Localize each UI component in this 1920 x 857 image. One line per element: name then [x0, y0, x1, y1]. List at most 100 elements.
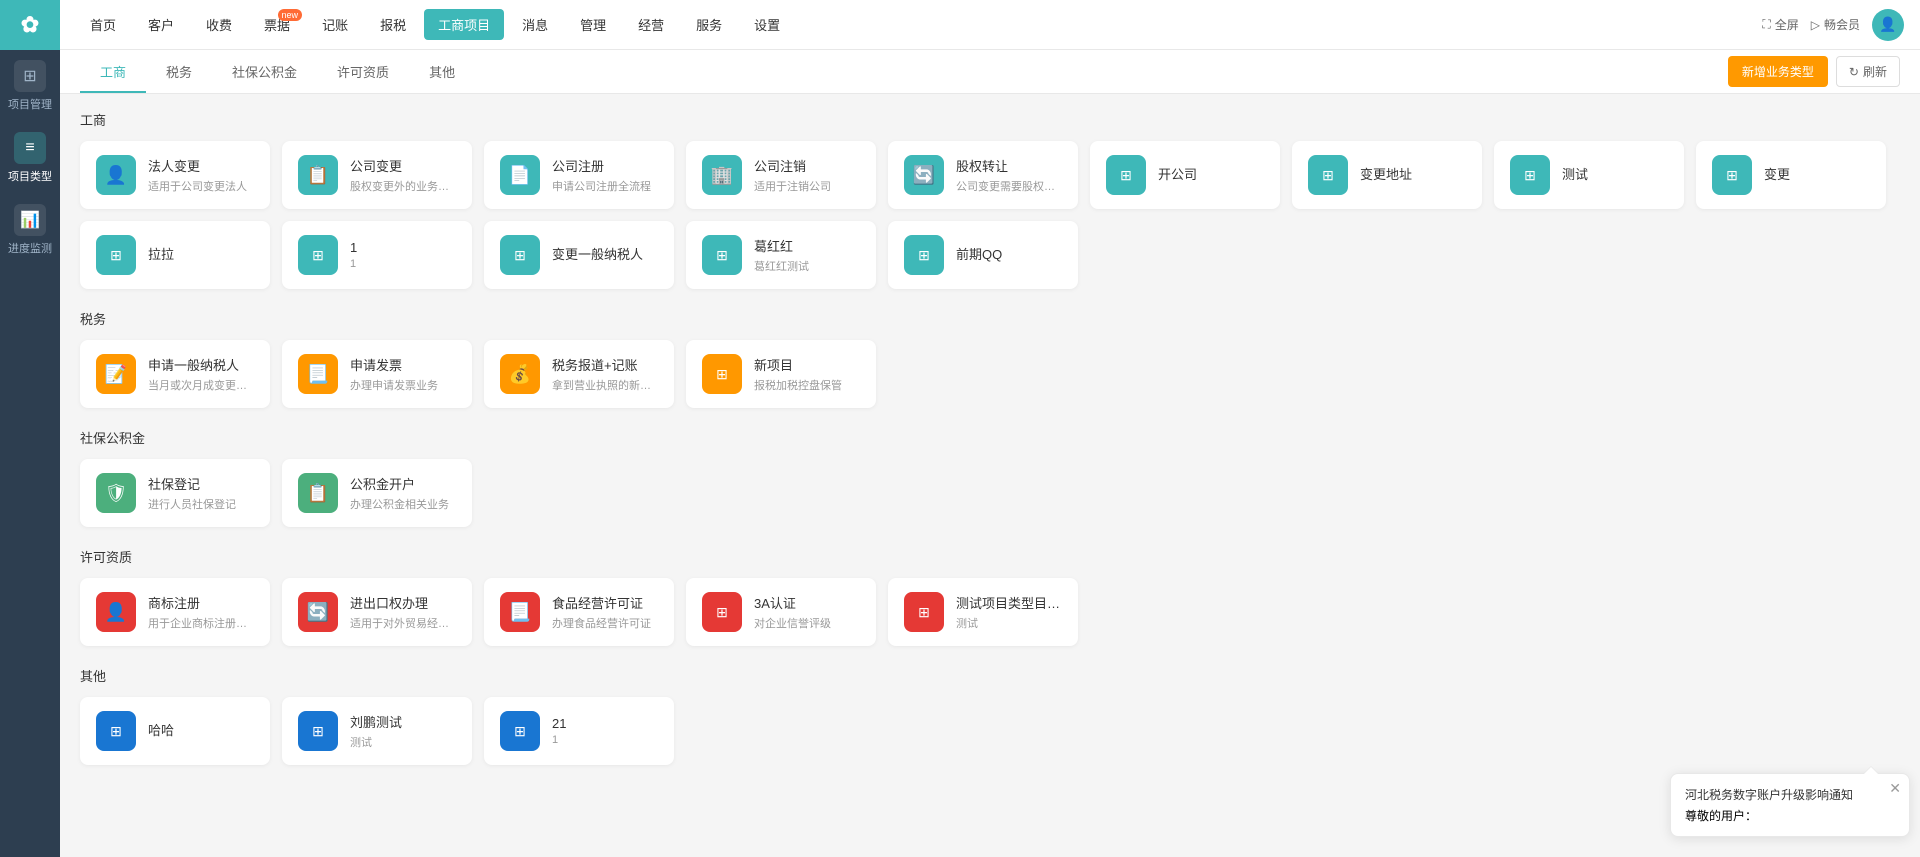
card-title: 变更地址 [1360, 164, 1466, 183]
card-desc: 当月或次月成变更完成 [148, 377, 254, 393]
tab-industry[interactable]: 工商 [80, 52, 146, 93]
sidebar-item-project-mgmt[interactable]: ⊞ 项目管理 [0, 50, 60, 122]
card-num1[interactable]: ⊞ 1 1 [282, 221, 472, 289]
card-open-company[interactable]: ⊞ 开公司 [1090, 141, 1280, 209]
card-title: 税务报道+记账 [552, 355, 658, 374]
nav-tickets[interactable]: 票据 new [250, 9, 304, 40]
nav-industrial[interactable]: 工商项目 [424, 9, 504, 40]
section-title-industry: 工商 [80, 110, 1900, 129]
section-title-tax: 税务 [80, 309, 1900, 328]
sidebar-item-project-type[interactable]: ≡ 项目类型 [0, 122, 60, 194]
tab-tax[interactable]: 税务 [146, 52, 212, 93]
fullscreen-btn[interactable]: ⛶ 全屏 [1762, 16, 1798, 33]
card-test1[interactable]: ⊞ 测试 [1494, 141, 1684, 209]
tab-other[interactable]: 其他 [409, 52, 475, 93]
tab-license[interactable]: 许可资质 [317, 52, 409, 93]
card-title: 新项目 [754, 355, 860, 374]
nav-management[interactable]: 管理 [566, 9, 620, 40]
card-company-reg[interactable]: 📄 公司注册 申请公司注册全流程 [484, 141, 674, 209]
nav-services[interactable]: 服务 [682, 9, 736, 40]
card-gehonghong[interactable]: ⊞ 葛红红 葛红红测试 [686, 221, 876, 289]
card-liupeng[interactable]: ⊞ 刘鹏测试 测试 [282, 697, 472, 765]
card-trademark[interactable]: 👤 商标注册 用于企业商标注册服务 [80, 578, 270, 646]
card-title: 拉拉 [148, 244, 254, 263]
tickets-badge: new [278, 9, 303, 21]
sub-tab-actions: 新增业务类型 ↻ 刷新 [1728, 56, 1900, 87]
card-desc: 对企业信誉评级 [754, 615, 860, 631]
card-title: 食品经营许可证 [552, 593, 658, 612]
main-area: 首页 客户 收费 票据 new 记账 报税 工商项目 消息 管理 经营 服务 设… [60, 0, 1920, 857]
card-icon-apply-invoice: 📃 [298, 354, 338, 394]
sidebar-item-progress[interactable]: 📊 进度监测 [0, 194, 60, 266]
app-logo[interactable]: ✿ [0, 0, 60, 50]
card-title: 社保登记 [148, 474, 254, 493]
card-legal-change[interactable]: 👤 法人变更 适用于公司变更法人 [80, 141, 270, 209]
card-desc: 股权变更外的业务变更 [350, 178, 456, 194]
card-title: 变更一般纳税人 [552, 244, 658, 263]
cards-social: 🛡 社保登记 进行人员社保登记 📋 公积金开户 办理公积金相关业务 [80, 459, 1900, 527]
nav-settings[interactable]: 设置 [740, 9, 794, 40]
card-icon-test1: ⊞ [1510, 155, 1550, 195]
card-icon-test-type: ⊞ [904, 592, 944, 632]
sidebar-item-label: 进度监测 [8, 240, 52, 256]
card-company-cancel[interactable]: 🏢 公司注销 适用于注销公司 [686, 141, 876, 209]
cards-license: 👤 商标注册 用于企业商标注册服务 🔄 进出口权办理 适用于对外贸易经营者 [80, 578, 1900, 646]
card-title: 公司注册 [552, 156, 658, 175]
card-title: 前期QQ [956, 244, 1062, 263]
card-lala[interactable]: ⊞ 拉拉 [80, 221, 270, 289]
vip-icon: ▷ [1811, 18, 1820, 32]
tab-social[interactable]: 社保公积金 [212, 52, 317, 93]
card-change-address[interactable]: ⊞ 变更地址 [1292, 141, 1482, 209]
card-test-type[interactable]: ⊞ 测试项目类型目定义 测试 [888, 578, 1078, 646]
card-3a[interactable]: ⊞ 3A认证 对企业信誉评级 [686, 578, 876, 646]
card-desc: 进行人员社保登记 [148, 496, 254, 512]
refresh-button[interactable]: ↻ 刷新 [1836, 56, 1900, 87]
card-change2[interactable]: ⊞ 变更 [1696, 141, 1886, 209]
nav-customer[interactable]: 客户 [134, 9, 188, 40]
nav-accounting[interactable]: 记账 [308, 9, 362, 40]
vip-btn[interactable]: ▷ 畅会员 [1811, 16, 1860, 33]
card-equity-transfer[interactable]: 🔄 股权转让 公司变更需要股权转让 [888, 141, 1078, 209]
card-num21[interactable]: ⊞ 21 1 [484, 697, 674, 765]
page-content: 工商 👤 法人变更 适用于公司变更法人 📋 公司变更 股权变更外的业务变更 [60, 94, 1920, 801]
nav-operations[interactable]: 经营 [624, 9, 678, 40]
fullscreen-icon: ⛶ [1762, 17, 1770, 32]
nav-home[interactable]: 首页 [76, 9, 130, 40]
card-desc: 适用于对外贸易经营者 [350, 615, 456, 631]
card-title: 开公司 [1158, 164, 1264, 183]
card-fund-open[interactable]: 📋 公积金开户 办理公积金相关业务 [282, 459, 472, 527]
card-pre-qq[interactable]: ⊞ 前期QQ [888, 221, 1078, 289]
nav-tax[interactable]: 报税 [366, 9, 420, 40]
card-icon-company-change: 📋 [298, 155, 338, 195]
card-title: 葛红红 [754, 236, 860, 255]
card-desc: 公司变更需要股权转让 [956, 178, 1062, 194]
card-company-change[interactable]: 📋 公司变更 股权变更外的业务变更 [282, 141, 472, 209]
cards-other: ⊞ 哈哈 ⊞ 刘鹏测试 测试 ⊞ [80, 697, 1900, 765]
avatar[interactable]: 👤 [1872, 9, 1904, 41]
card-desc: 申请公司注册全流程 [552, 178, 658, 194]
card-new-project[interactable]: ⊞ 新项目 报税加税控盘保管 [686, 340, 876, 408]
card-icon-social-reg: 🛡 [96, 473, 136, 513]
card-change-tax[interactable]: ⊞ 变更一般纳税人 [484, 221, 674, 289]
card-import-export[interactable]: 🔄 进出口权办理 适用于对外贸易经营者 [282, 578, 472, 646]
card-title: 哈哈 [148, 720, 254, 739]
card-icon-num1: ⊞ [298, 235, 338, 275]
card-title: 测试项目类型目定义 [956, 593, 1062, 612]
notif-arrow [1863, 766, 1879, 774]
card-social-reg[interactable]: 🛡 社保登记 进行人员社保登记 [80, 459, 270, 527]
card-tax-report[interactable]: 💰 税务报道+记账 拿到营业执照的新公司 [484, 340, 674, 408]
card-icon-apply-tax: 📝 [96, 354, 136, 394]
card-title: 变更 [1764, 164, 1870, 183]
notif-close-button[interactable]: ✕ [1889, 780, 1901, 797]
card-haha[interactable]: ⊞ 哈哈 [80, 697, 270, 765]
card-food-license[interactable]: 📃 食品经营许可证 办理食品经营许可证 [484, 578, 674, 646]
card-icon-lala: ⊞ [96, 235, 136, 275]
add-type-button[interactable]: 新增业务类型 [1728, 56, 1828, 87]
notification-popup: ✕ 河北税务数字账户升级影响通知 尊敬的用户： [1670, 773, 1910, 837]
nav-billing[interactable]: 收费 [192, 9, 246, 40]
card-apply-invoice[interactable]: 📃 申请发票 办理申请发票业务 [282, 340, 472, 408]
sidebar-item-label: 项目管理 [8, 96, 52, 112]
nav-messages[interactable]: 消息 [508, 9, 562, 40]
card-apply-tax[interactable]: 📝 申请一般纳税人 当月或次月成变更完成 [80, 340, 270, 408]
card-icon-new-project: ⊞ [702, 354, 742, 394]
